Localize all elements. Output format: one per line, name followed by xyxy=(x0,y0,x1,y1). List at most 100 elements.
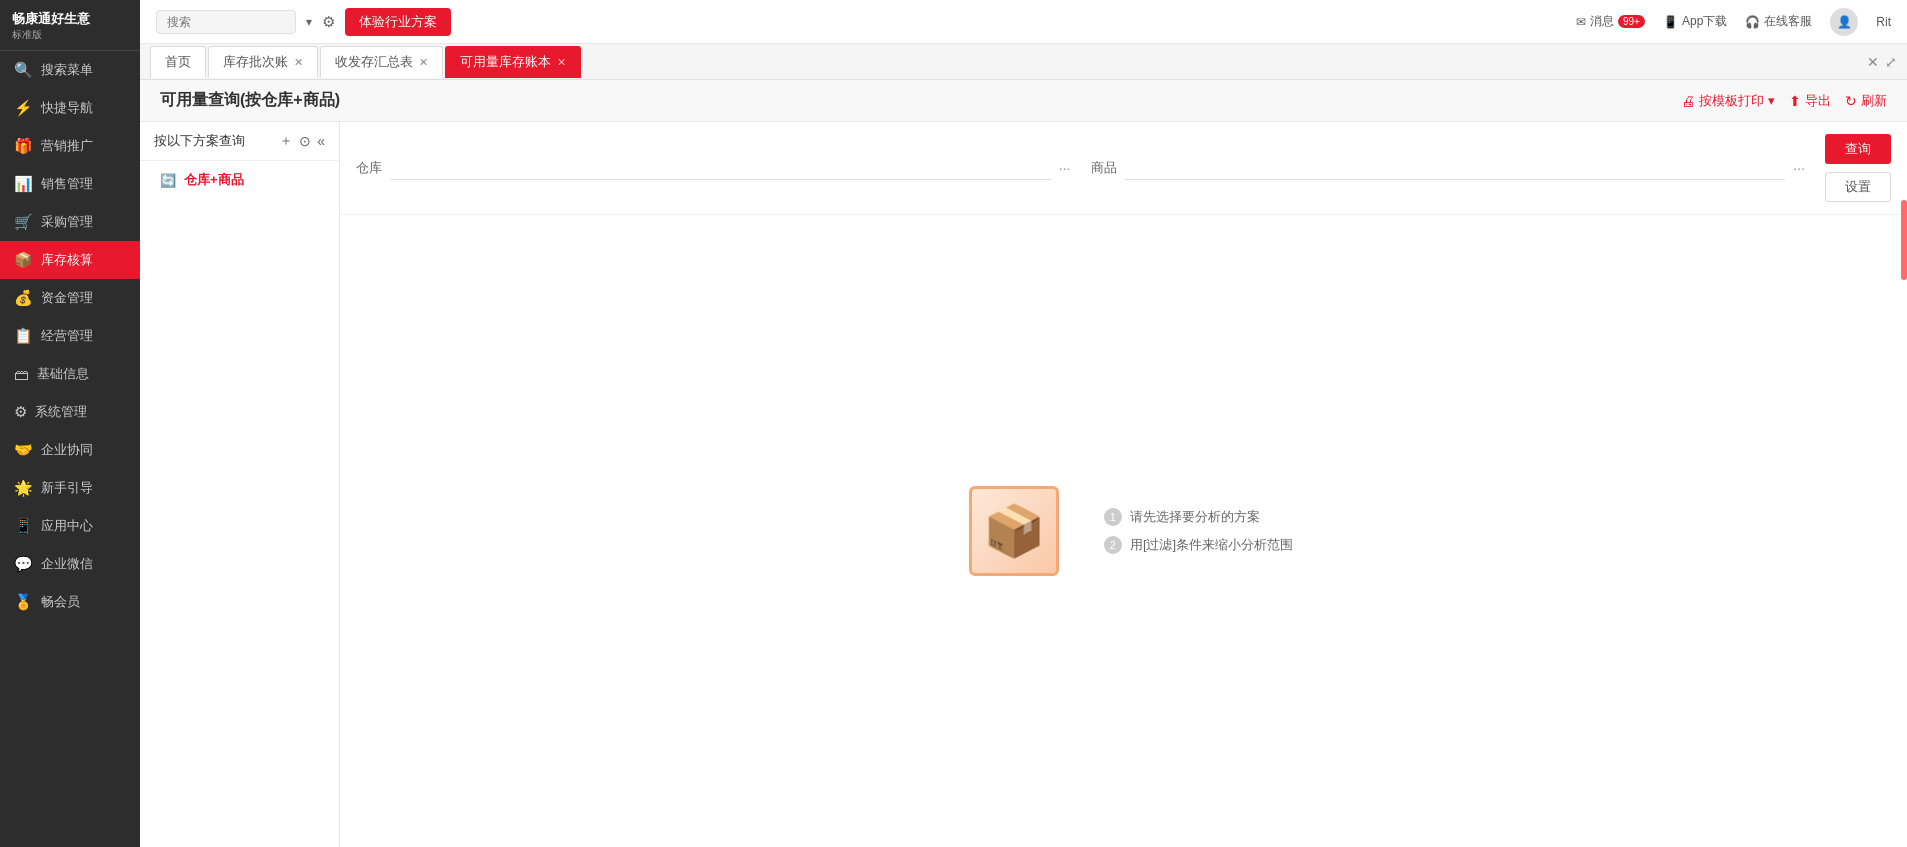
sidebar-label-search: 搜索菜单 xyxy=(41,61,93,79)
topbar-right: ✉ 消息 99+ 📱 App下载 🎧 在线客服 👤 Rit xyxy=(1576,8,1891,36)
user-avatar[interactable]: 👤 xyxy=(1830,8,1858,36)
sidebar-label-finance: 资金管理 xyxy=(41,289,93,307)
query-bar: 仓库 ··· 商品 ··· 查询 设置 xyxy=(340,122,1907,215)
goods-more-icon[interactable]: ··· xyxy=(1793,160,1805,176)
sidebar-icon-newbie: 🌟 xyxy=(14,479,33,497)
topbar-gear-icon[interactable]: ⚙ xyxy=(322,13,335,31)
sidebar-label-inventory: 库存核算 xyxy=(41,251,93,269)
sidebar-item-inventory[interactable]: 📦 库存核算 xyxy=(0,241,140,279)
trial-btn[interactable]: 体验行业方案 xyxy=(345,8,451,36)
print-btn[interactable]: 🖨 按模板打印 ▾ xyxy=(1681,92,1775,110)
message-badge: 99+ xyxy=(1618,15,1645,28)
topbar: ▾ ⚙ 体验行业方案 ✉ 消息 99+ 📱 App下载 🎧 在线客服 👤 Rit xyxy=(140,0,1907,44)
page-title: 可用量查询(按仓库+商品) xyxy=(160,90,340,111)
message-icon: ✉ xyxy=(1576,15,1586,29)
sidebar-icon-inventory: 📦 xyxy=(14,251,33,269)
right-edge-scrollbar[interactable] xyxy=(1901,200,1907,280)
topbar-search-input[interactable] xyxy=(156,10,296,34)
filter-settings-icon[interactable]: ⊙ xyxy=(299,133,311,149)
tab-available-qty[interactable]: 可用量库存账本 ✕ xyxy=(445,46,581,78)
close-window-btn[interactable]: ✕ xyxy=(1867,54,1879,70)
sidebar-item-marketing-promo[interactable]: 🎁 营销推广 xyxy=(0,127,140,165)
empty-tip-1: 1 请先选择要分析的方案 xyxy=(1104,508,1293,526)
sidebar-item-sales[interactable]: 📊 销售管理 xyxy=(0,165,140,203)
filter-collapse-icon[interactable]: « xyxy=(317,133,325,149)
sidebar-label-shortcut: 快捷导航 xyxy=(41,99,93,117)
query-buttons: 查询 设置 xyxy=(1825,134,1891,202)
refresh-icon: ↻ xyxy=(1845,93,1857,109)
filter-header: 按以下方案查询 ＋ ⊙ « xyxy=(140,122,339,161)
sidebar-label-marketing-promo: 营销推广 xyxy=(41,137,93,155)
filter-header-actions: ＋ ⊙ « xyxy=(279,132,325,150)
tab-home[interactable]: 首页 xyxy=(150,46,206,78)
page-actions: 🖨 按模板打印 ▾ ⬆ 导出 ↻ 刷新 xyxy=(1681,92,1887,110)
tab-close-collect-summary[interactable]: ✕ xyxy=(419,56,428,69)
username-label: Rit xyxy=(1876,15,1891,29)
tab-collect-summary[interactable]: 收发存汇总表✕ xyxy=(320,46,443,78)
tip-text-1: 请先选择要分析的方案 xyxy=(1130,508,1260,526)
warehouse-more-icon[interactable]: ··· xyxy=(1059,160,1071,176)
tab-close-available-qty[interactable]: ✕ xyxy=(557,56,566,69)
tabs-window-actions: ✕ ⤢ xyxy=(1867,54,1897,70)
print-dropdown-icon[interactable]: ▾ xyxy=(1768,93,1775,108)
message-item[interactable]: ✉ 消息 99+ xyxy=(1576,13,1645,30)
goods-input[interactable] xyxy=(1125,156,1786,180)
tip-text-2: 用[过滤]条件来缩小分析范围 xyxy=(1130,536,1293,554)
empty-tips: 1 请先选择要分析的方案 2 用[过滤]条件来缩小分析范围 xyxy=(1104,508,1293,554)
right-panel: 仓库 ··· 商品 ··· 查询 设置 xyxy=(340,122,1907,847)
sidebar-item-purchase[interactable]: 🛒 采购管理 xyxy=(0,203,140,241)
online-service-label: 在线客服 xyxy=(1764,13,1812,30)
sidebar-item-system[interactable]: ⚙ 系统管理 xyxy=(0,393,140,431)
filter-item-label: 仓库+商品 xyxy=(184,171,244,189)
filter-header-label: 按以下方案查询 xyxy=(154,132,245,150)
tip-num-2: 2 xyxy=(1104,536,1122,554)
sidebar-item-search[interactable]: 🔍 搜索菜单 xyxy=(0,51,140,89)
page-header: 可用量查询(按仓库+商品) 🖨 按模板打印 ▾ ⬆ 导出 ↻ 刷新 xyxy=(140,80,1907,122)
tip-num-1: 1 xyxy=(1104,508,1122,526)
tab-batch-account[interactable]: 库存批次账 ✕ xyxy=(208,46,318,78)
sidebar-item-app-center[interactable]: 📱 应用中心 xyxy=(0,507,140,545)
sidebar-item-member[interactable]: 🏅 畅会员 xyxy=(0,583,140,621)
sidebar-label-operations: 经营管理 xyxy=(41,327,93,345)
topbar-dropdown-icon[interactable]: ▾ xyxy=(306,15,312,29)
sidebar-icon-purchase: 🛒 xyxy=(14,213,33,231)
sidebar-label-wechat: 企业微信 xyxy=(41,555,93,573)
query-btn[interactable]: 查询 xyxy=(1825,134,1891,164)
message-label: 消息 xyxy=(1590,13,1614,30)
sidebar-item-shortcut[interactable]: ⚡ 快捷导航 xyxy=(0,89,140,127)
filter-item-warehouse-goods[interactable]: 🔄 仓库+商品 xyxy=(140,161,339,199)
goods-field: 商品 ··· xyxy=(1091,156,1806,180)
sidebar-item-basics[interactable]: 🗃 基础信息 xyxy=(0,355,140,393)
app-download-item[interactable]: 📱 App下载 xyxy=(1663,13,1727,30)
sidebar: 畅康通好生意 标准版 🔍 搜索菜单 ⚡ 快捷导航 🎁 营销推广 📊 销售管理 🛒… xyxy=(0,0,140,847)
export-btn[interactable]: ⬆ 导出 xyxy=(1789,92,1831,110)
sidebar-item-newbie[interactable]: 🌟 新手引导 xyxy=(0,469,140,507)
sidebar-item-finance[interactable]: 💰 资金管理 xyxy=(0,279,140,317)
print-icon: 🖨 xyxy=(1681,93,1695,109)
tab-close-batch-account[interactable]: ✕ xyxy=(294,56,303,69)
print-label: 按模板打印 xyxy=(1699,92,1764,110)
sidebar-logo: 畅康通好生意 标准版 xyxy=(0,0,140,51)
sidebar-icon-member: 🏅 xyxy=(14,593,33,611)
warehouse-input[interactable] xyxy=(390,156,1051,180)
sidebar-item-wechat[interactable]: 💬 企业微信 xyxy=(0,545,140,583)
tab-label-home: 首页 xyxy=(165,53,191,71)
tab-label-batch-account: 库存批次账 xyxy=(223,53,288,71)
tab-label-available-qty: 可用量库存账本 xyxy=(460,53,551,71)
maximize-window-btn[interactable]: ⤢ xyxy=(1885,54,1897,70)
sidebar-icon-sales: 📊 xyxy=(14,175,33,193)
sidebar-item-operations[interactable]: 📋 经营管理 xyxy=(0,317,140,355)
sidebar-icon-search: 🔍 xyxy=(14,61,33,79)
warehouse-label: 仓库 xyxy=(356,159,382,177)
sidebar-label-sales: 销售管理 xyxy=(41,175,93,193)
online-service-item[interactable]: 🎧 在线客服 xyxy=(1745,13,1812,30)
filter-add-icon[interactable]: ＋ xyxy=(279,132,293,150)
sidebar-label-system: 系统管理 xyxy=(35,403,87,421)
export-label: 导出 xyxy=(1805,92,1831,110)
refresh-btn[interactable]: ↻ 刷新 xyxy=(1845,92,1887,110)
settings-btn[interactable]: 设置 xyxy=(1825,172,1891,202)
sidebar-icon-marketing-promo: 🎁 xyxy=(14,137,33,155)
empty-state: 1 请先选择要分析的方案 2 用[过滤]条件来缩小分析范围 xyxy=(340,215,1907,847)
avatar-placeholder: 👤 xyxy=(1837,15,1852,29)
sidebar-item-cooperation[interactable]: 🤝 企业协同 xyxy=(0,431,140,469)
